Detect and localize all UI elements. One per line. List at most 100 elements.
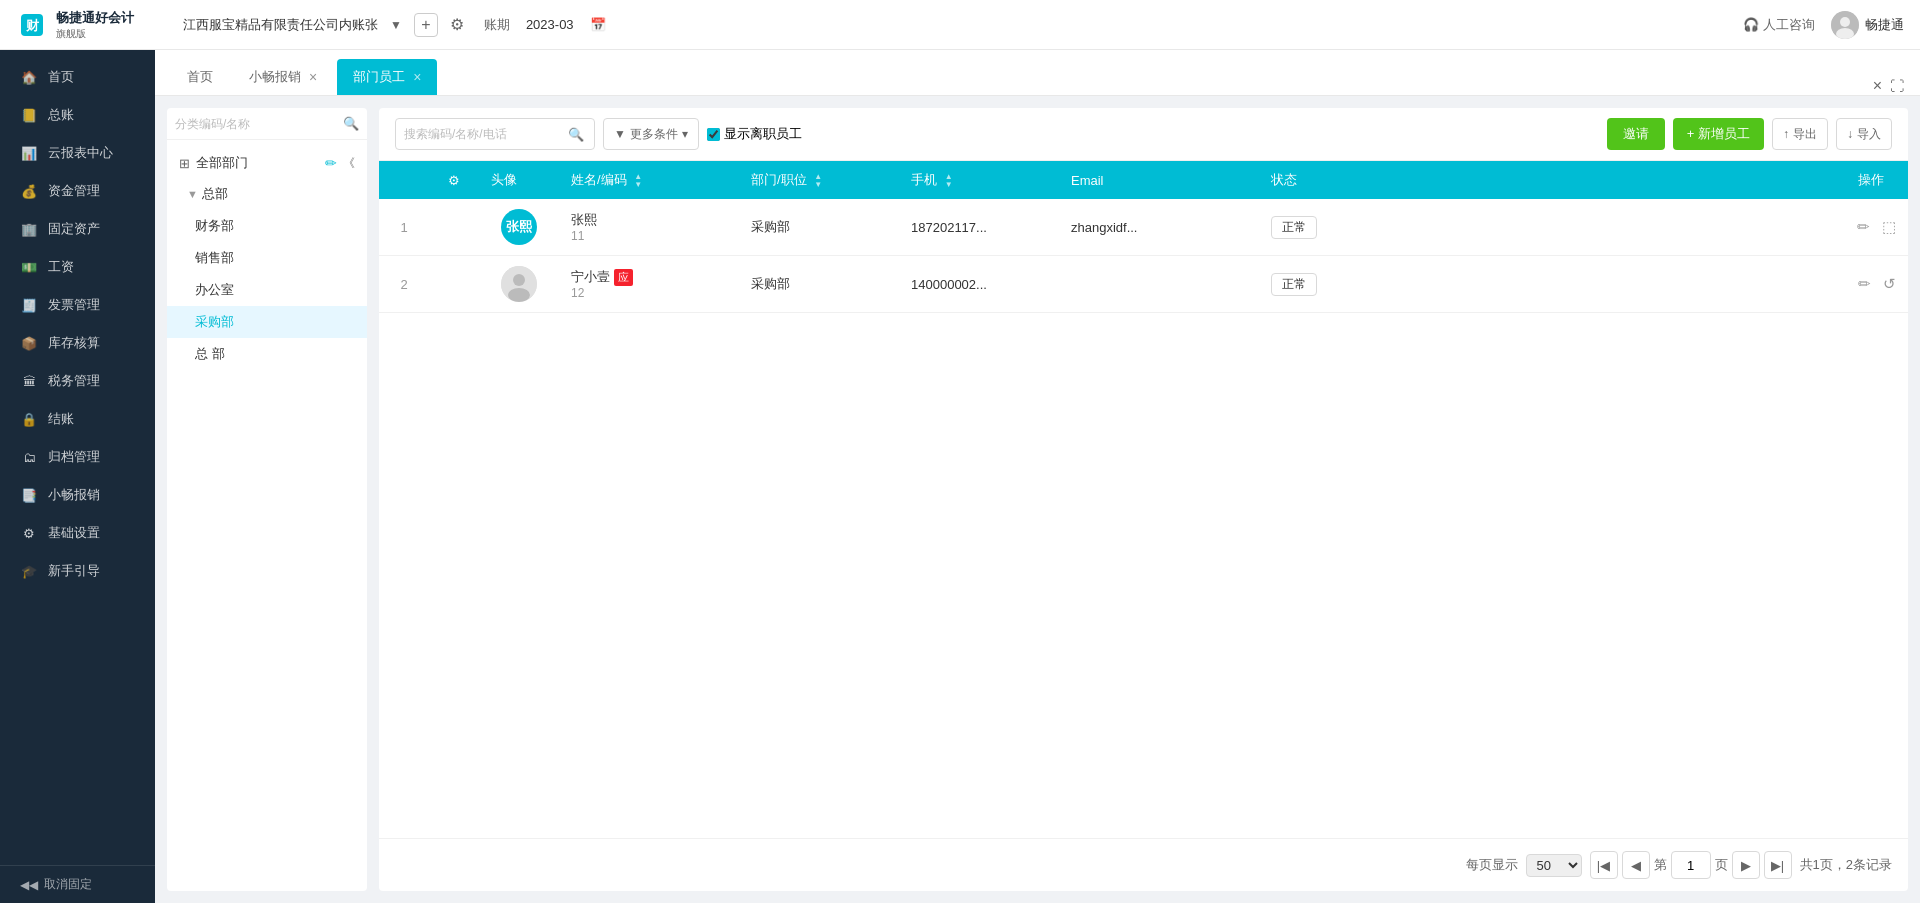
tab-department[interactable]: 部门员工 × [337, 59, 437, 95]
sidebar-item-close[interactable]: 🔒 结账 [0, 400, 155, 438]
first-page-button[interactable]: |◀ [1590, 851, 1618, 879]
invite-button[interactable]: 邀请 [1607, 118, 1665, 150]
tab-home[interactable]: 首页 [171, 59, 229, 95]
period-label: 账期 [484, 16, 510, 34]
avatar [501, 266, 537, 302]
dept-search-input[interactable] [175, 117, 339, 131]
dept-group-hq: ▼ 总部 财务部 销售部 办公室 采购部 总 部 [167, 178, 367, 370]
add-employee-button[interactable]: + 新增员工 [1673, 118, 1764, 150]
row-dept-cell: 采购部 [739, 199, 899, 256]
service-button[interactable]: 🎧 人工咨询 [1743, 16, 1815, 34]
dept-collapse-icon[interactable]: 《 [343, 155, 355, 172]
sidebar-item-home[interactable]: 🏠 首页 [0, 58, 155, 96]
sidebar-item-ledger[interactable]: 📒 总账 [0, 96, 155, 134]
tab-expense[interactable]: 小畅报销 × [233, 59, 333, 95]
row-status-cell: 正常 [1259, 256, 1601, 313]
all-dept-header[interactable]: ⊞ 全部部门 ✏ 《 [167, 148, 367, 178]
export-button[interactable]: ↑ 导出 [1772, 118, 1828, 150]
settings-icon[interactable]: ⚙ [450, 15, 464, 34]
app-logo-icon: 财 [16, 9, 48, 41]
employee-search-input[interactable] [404, 127, 564, 141]
employee-table: ⚙ 头像 姓名/编码 ▲▼ 部门/职位 ▲▼ [379, 161, 1908, 313]
col-dept[interactable]: 部门/职位 ▲▼ [739, 161, 899, 199]
dept-sort-icon[interactable]: ▲▼ [814, 173, 822, 189]
sidebar-item-guide[interactable]: 🎓 新手引导 [0, 552, 155, 590]
sidebar-item-inventory[interactable]: 📦 库存核算 [0, 324, 155, 362]
per-page-select[interactable]: 50 100 [1526, 854, 1582, 877]
import-icon: ↓ [1847, 127, 1853, 141]
dept-item-sales[interactable]: 销售部 [167, 242, 367, 274]
phone-sort-icon[interactable]: ▲▼ [945, 173, 953, 189]
tab-close-all-icon[interactable]: × [1873, 77, 1882, 95]
assets-icon: 🏢 [20, 220, 38, 238]
row-settings-cell [429, 256, 479, 313]
user-info[interactable]: 畅捷通 [1831, 11, 1904, 39]
sidebar-item-archive[interactable]: 🗂 归档管理 [0, 438, 155, 476]
sidebar-item-expense[interactable]: 📑 小畅报销 [0, 476, 155, 514]
dept-search-icon[interactable]: 🔍 [343, 116, 359, 131]
home-icon: 🏠 [20, 68, 38, 86]
sidebar-item-capital[interactable]: 💰 资金管理 [0, 172, 155, 210]
sidebar-item-label: 资金管理 [48, 182, 100, 200]
sidebar-item-label: 小畅报销 [48, 486, 100, 504]
col-email: Email [1059, 161, 1259, 199]
tab-expense-close-icon[interactable]: × [309, 69, 317, 85]
prev-page-button[interactable]: ◀ [1622, 851, 1650, 879]
sidebar-item-invoice[interactable]: 🧾 发票管理 [0, 286, 155, 324]
tab-bar-actions: × ⛶ [1873, 77, 1904, 95]
show-resigned-checkbox-wrap[interactable]: 显示离职员工 [707, 125, 802, 143]
row-status-cell: 正常 [1259, 199, 1601, 256]
page-input[interactable] [1671, 851, 1711, 879]
show-resigned-checkbox[interactable] [707, 128, 720, 141]
page-prefix-label: 第 [1654, 856, 1667, 874]
avatar: 张熙 [501, 209, 537, 245]
import-button[interactable]: ↓ 导入 [1836, 118, 1892, 150]
sidebar: 🏠 首页 📒 总账 📊 云报表中心 💰 资金管理 🏢 固定资产 [0, 50, 155, 903]
employee-toolbar: 🔍 ▼ 更多条件 ▾ 显示离职员工 邀请 + [379, 108, 1908, 161]
all-dept-label: 全部部门 [196, 154, 319, 172]
dept-edit-icon[interactable]: ✏ [325, 155, 337, 171]
edit-icon[interactable]: ✏ [1857, 218, 1870, 236]
user-name: 畅捷通 [1865, 16, 1904, 34]
dept-item-finance[interactable]: 财务部 [167, 210, 367, 242]
sidebar-item-tax[interactable]: 🏛 税务管理 [0, 362, 155, 400]
guide-icon: 🎓 [20, 562, 38, 580]
toolbar-right: 邀请 + 新增员工 ↑ 导出 ↓ 导入 [1607, 118, 1892, 150]
sidebar-item-label: 库存核算 [48, 334, 100, 352]
add-company-button[interactable]: + [414, 13, 438, 37]
dept-item-hq[interactable]: ▼ 总部 [167, 178, 367, 210]
employee-name: 宁小壹 [571, 268, 610, 286]
sidebar-item-settings[interactable]: ⚙ 基础设置 [0, 514, 155, 552]
last-page-button[interactable]: ▶| [1764, 851, 1792, 879]
col-phone[interactable]: 手机 ▲▼ [899, 161, 1059, 199]
col-name[interactable]: 姓名/编码 ▲▼ [559, 161, 739, 199]
dropdown-arrow-icon[interactable]: ▼ [390, 18, 402, 32]
sidebar-item-label: 云报表中心 [48, 144, 113, 162]
invoice-icon: 🧾 [20, 296, 38, 314]
period-value: 2023-03 [526, 17, 574, 32]
unpin-button[interactable]: ◀◀ 取消固定 [0, 865, 155, 903]
sidebar-item-reports[interactable]: 📊 云报表中心 [0, 134, 155, 172]
calendar-icon[interactable]: 📅 [590, 17, 606, 32]
name-sort-icon[interactable]: ▲▼ [634, 173, 642, 189]
sidebar-item-label: 税务管理 [48, 372, 100, 390]
more-filters-button[interactable]: ▼ 更多条件 ▾ [603, 118, 699, 150]
page-content: 🔍 ⊞ 全部部门 ✏ 《 ▼ 总部 [155, 96, 1920, 903]
tab-department-close-icon[interactable]: × [413, 69, 421, 85]
table-row: 1 张熙 张熙 11 采购部 187202117... zhangxidf... [379, 199, 1908, 256]
row-email-cell [1059, 256, 1259, 313]
tab-expand-icon[interactable]: ⛶ [1890, 78, 1904, 94]
dept-item-general[interactable]: 总 部 [167, 338, 367, 370]
col-settings[interactable]: ⚙ [429, 161, 479, 199]
more-icon[interactable]: ↺ [1883, 275, 1896, 293]
next-page-button[interactable]: ▶ [1732, 851, 1760, 879]
col-settings-icon[interactable]: ⚙ [448, 173, 460, 188]
more-icon[interactable]: ⬚ [1882, 218, 1896, 236]
sidebar-item-assets[interactable]: 🏢 固定资产 [0, 210, 155, 248]
sidebar-item-salary[interactable]: 💵 工资 [0, 248, 155, 286]
dept-item-purchase[interactable]: 采购部 [167, 306, 367, 338]
sidebar-item-label: 固定资产 [48, 220, 100, 238]
dept-item-office[interactable]: 办公室 [167, 274, 367, 306]
archive-icon: 🗂 [20, 448, 38, 466]
edit-icon[interactable]: ✏ [1858, 275, 1871, 293]
